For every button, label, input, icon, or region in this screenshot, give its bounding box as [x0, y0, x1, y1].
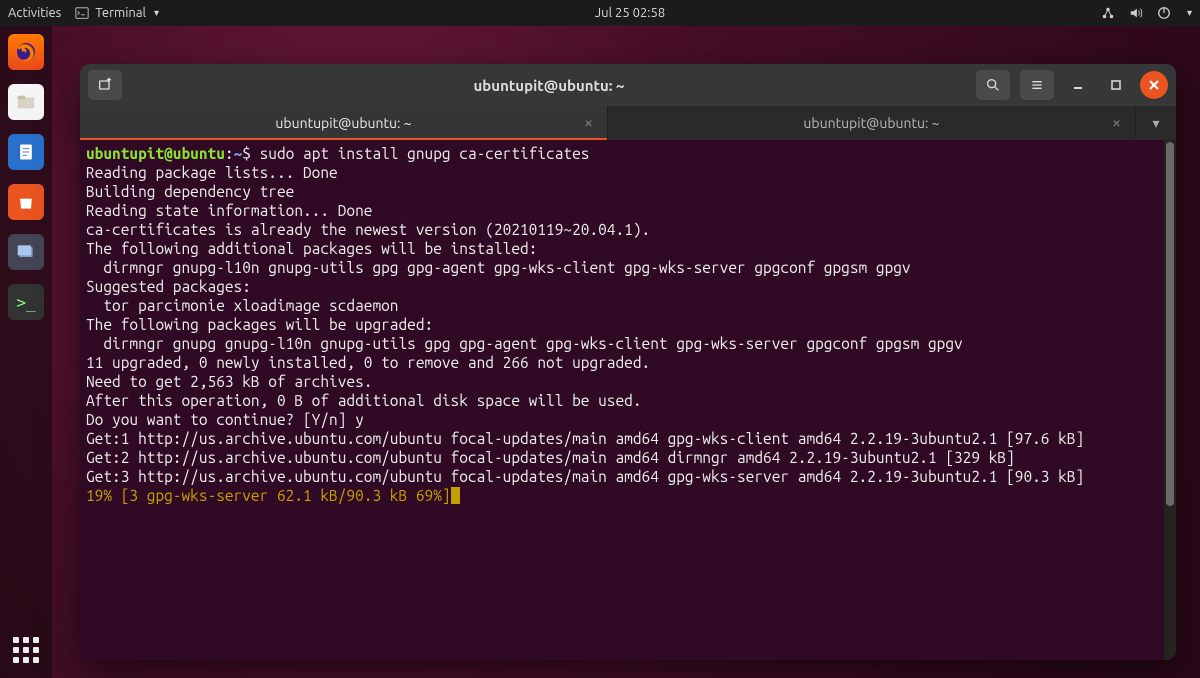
search-button[interactable] [976, 70, 1010, 100]
tab-close-button[interactable]: × [1112, 114, 1121, 132]
tab-close-button[interactable]: × [584, 114, 593, 132]
screenshot-icon [16, 242, 36, 262]
maximize-icon [1110, 79, 1122, 91]
clock[interactable]: Jul 25 02:58 [595, 6, 665, 20]
files-icon [15, 91, 37, 113]
scrollbar[interactable] [1164, 140, 1176, 660]
minimize-icon [1071, 78, 1085, 92]
minimize-button[interactable] [1064, 71, 1092, 99]
chevron-down-icon: ▾ [154, 7, 159, 19]
new-tab-icon [97, 77, 113, 93]
app-menu-label: Terminal [95, 6, 146, 20]
tab-1[interactable]: ubuntupit@ubuntu: ~ × [80, 106, 608, 140]
tabs-row: ubuntupit@ubuntu: ~ × ubuntupit@ubuntu: … [80, 106, 1176, 140]
scrollbar-thumb[interactable] [1166, 142, 1174, 506]
terminal-icon [75, 6, 89, 20]
document-icon [16, 142, 36, 162]
terminal-output[interactable]: ubuntupit@ubuntu:~$ sudo apt install gnu… [80, 140, 1164, 660]
terminal-window: ubuntupit@ubuntu: ~ [80, 64, 1176, 660]
app-menu[interactable]: Terminal ▾ [75, 6, 159, 20]
hamburger-menu-button[interactable] [1020, 70, 1054, 100]
gnome-topbar: Activities Terminal ▾ Jul 25 02:58 ▾ [0, 0, 1200, 26]
new-tab-button[interactable] [88, 70, 122, 100]
window-title: ubuntupit@ubuntu: ~ [130, 77, 968, 94]
tab-2[interactable]: ubuntupit@ubuntu: ~ × [608, 106, 1136, 140]
chevron-down-icon: ▾ [1152, 115, 1159, 132]
shopping-bag-icon [16, 192, 36, 212]
terminal-prompt-icon: >_ [16, 293, 35, 312]
dock-item-firefox[interactable] [8, 34, 44, 70]
dock-item-writer[interactable] [8, 134, 44, 170]
tabs-dropdown-button[interactable]: ▾ [1136, 106, 1176, 140]
power-icon[interactable] [1157, 6, 1171, 20]
dock-item-terminal[interactable]: >_ [8, 284, 44, 320]
dock: >_ [0, 26, 52, 678]
hamburger-icon [1029, 77, 1045, 93]
dock-item-files[interactable] [8, 84, 44, 120]
close-button[interactable] [1140, 71, 1168, 99]
dock-item-screenshot[interactable] [8, 234, 44, 270]
activities-button[interactable]: Activities [8, 6, 61, 20]
system-menu-caret-icon[interactable]: ▾ [1187, 7, 1192, 19]
firefox-icon [14, 40, 38, 64]
desktop: >_ ubuntupit@ubuntu: ~ [0, 26, 1200, 678]
window-titlebar: ubuntupit@ubuntu: ~ [80, 64, 1176, 106]
show-applications-button[interactable] [8, 632, 44, 668]
tab-label: ubuntupit@ubuntu: ~ [803, 115, 939, 131]
tab-label: ubuntupit@ubuntu: ~ [275, 115, 411, 131]
maximize-button[interactable] [1102, 71, 1130, 99]
network-icon[interactable] [1101, 6, 1115, 20]
dock-item-software[interactable] [8, 184, 44, 220]
close-icon [1148, 79, 1160, 91]
volume-icon[interactable] [1129, 6, 1143, 20]
search-icon [985, 77, 1001, 93]
